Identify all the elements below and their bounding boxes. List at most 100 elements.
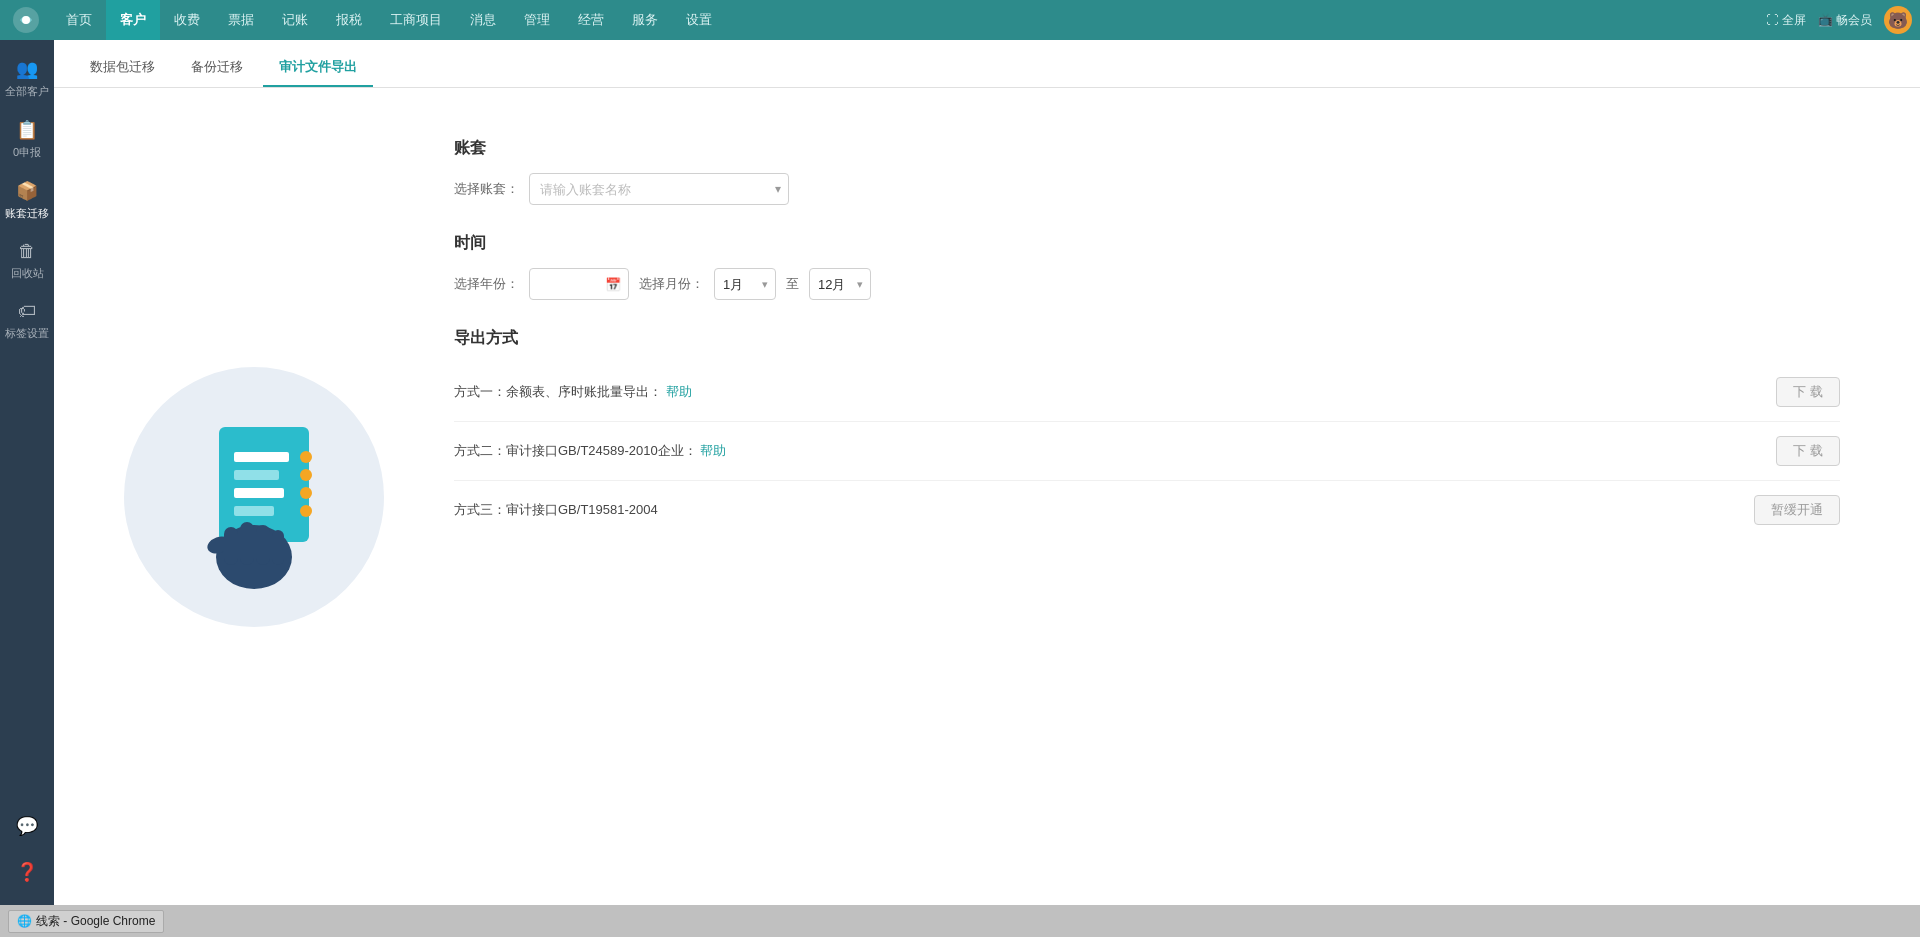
sidebar-item-all-customers[interactable]: 👥 全部客户 — [0, 48, 54, 109]
fullscreen-button[interactable]: ⛶ 全屏 — [1766, 12, 1805, 29]
account-title: 账套 — [454, 138, 1840, 159]
help-icon: ❓ — [16, 861, 38, 883]
content-area: 数据包迁移 备份迁移 审计文件导出 — [54, 40, 1920, 905]
export-method-2: 方式二：审计接口GB/T24589-2010企业： 帮助 下 载 — [454, 422, 1840, 481]
method-1-download-button[interactable]: 下 载 — [1776, 377, 1840, 407]
sidebar-item-label: 0申报 — [13, 145, 41, 160]
end-month-select[interactable]: 1月2月3月 4月5月6月 7月8月9月 10月11月12月 — [809, 268, 871, 300]
nav-tax[interactable]: 报税 — [322, 0, 376, 40]
start-month-select[interactable]: 1月2月3月 4月5月6月 7月8月9月 10月11月12月 — [714, 268, 776, 300]
tab-audit-export[interactable]: 审计文件导出 — [263, 49, 373, 87]
illustration-svg — [164, 397, 344, 597]
main-layout: 👥 全部客户 📋 0申报 📦 账套迁移 🗑 回收站 🏷 标签设置 💬 ❓ — [0, 40, 1920, 905]
time-row: 选择年份： 2023 📅 选择月份： 1月2月3月 4月5月6月 7月8月9月 … — [454, 268, 1840, 300]
start-month-wrapper: 1月2月3月 4月5月6月 7月8月9月 10月11月12月 — [714, 268, 776, 300]
sidebar-item-account-migration[interactable]: 📦 账套迁移 — [0, 170, 54, 231]
nav-message[interactable]: 消息 — [456, 0, 510, 40]
account-block: 账套 选择账套： ▾ — [454, 138, 1840, 205]
nav-bookkeeping[interactable]: 记账 — [268, 0, 322, 40]
method-2-download-button[interactable]: 下 载 — [1776, 436, 1840, 466]
svg-rect-14 — [240, 522, 254, 565]
form-section: 账套 选择账套： ▾ 时间 选择年份： 202 — [414, 118, 1880, 875]
nav-settings[interactable]: 设置 — [672, 0, 726, 40]
account-input-wrapper: ▾ — [529, 173, 789, 205]
recycle-icon: 🗑 — [18, 241, 36, 262]
svg-rect-4 — [234, 470, 279, 480]
nav-service[interactable]: 服务 — [618, 0, 672, 40]
nav-manage[interactable]: 管理 — [510, 0, 564, 40]
end-month-wrapper: 1月2月3月 4月5月6月 7月8月9月 10月11月12月 — [809, 268, 871, 300]
account-input[interactable] — [529, 173, 789, 205]
time-title: 时间 — [454, 233, 1840, 254]
export-method-3: 方式三：审计接口GB/T19581-2004 暂缓开通 — [454, 481, 1840, 539]
year-input-wrapper: 2023 📅 — [529, 268, 629, 300]
app-logo — [8, 2, 44, 38]
svg-point-9 — [300, 487, 312, 499]
illustration-section — [94, 118, 414, 875]
taskbar-item-label: 线索 - Google Chrome — [36, 913, 155, 930]
export-title: 导出方式 — [454, 328, 1840, 349]
export-method-3-label: 方式三：审计接口GB/T19581-2004 — [454, 501, 658, 519]
user-avatar[interactable]: 🐻 — [1884, 6, 1912, 34]
svg-point-1 — [22, 16, 30, 24]
svg-rect-2 — [219, 427, 309, 542]
export-method-1-label: 方式一：余额表、序时账批量导出： 帮助 — [454, 383, 692, 401]
nav-home[interactable]: 首页 — [52, 0, 106, 40]
taskbar-item[interactable]: 🌐 线索 - Google Chrome — [8, 910, 164, 933]
method-3-open-button[interactable]: 暂缓开通 — [1754, 495, 1840, 525]
tag-icon: 🏷 — [18, 301, 36, 322]
taskbar-chrome-icon: 🌐 — [17, 914, 32, 928]
vip-button[interactable]: 📺 畅会员 — [1818, 12, 1872, 29]
sidebar-bottom: 💬 ❓ — [0, 805, 54, 905]
sidebar-item-label: 标签设置 — [5, 326, 49, 341]
svg-rect-5 — [234, 488, 284, 498]
account-form-row: 选择账套： ▾ — [454, 173, 1840, 205]
svg-rect-13 — [224, 527, 238, 565]
chat-icon: 💬 — [16, 815, 38, 837]
to-text: 至 — [786, 275, 799, 293]
time-block: 时间 选择年份： 2023 📅 选择月份： 1月2月3月 4月5月6月 — [454, 233, 1840, 300]
taskbar: 🌐 线索 - Google Chrome — [0, 905, 1920, 937]
tab-backup-migration[interactable]: 备份迁移 — [175, 49, 259, 87]
sidebar-item-label: 回收站 — [11, 266, 44, 281]
sidebar-help-button[interactable]: ❓ — [0, 851, 54, 893]
tab-bar: 数据包迁移 备份迁移 审计文件导出 — [54, 40, 1920, 88]
export-method-1: 方式一：余额表、序时账批量导出： 帮助 下 载 — [454, 363, 1840, 422]
year-label: 选择年份： — [454, 275, 519, 293]
tab-data-migration[interactable]: 数据包迁移 — [74, 49, 171, 87]
method-2-help-link[interactable]: 帮助 — [700, 443, 726, 458]
export-method-2-label: 方式二：审计接口GB/T24589-2010企业： 帮助 — [454, 442, 726, 460]
method-1-help-link[interactable]: 帮助 — [666, 384, 692, 399]
page-content: 账套 选择账套： ▾ 时间 选择年份： 202 — [54, 88, 1920, 905]
sidebar: 👥 全部客户 📋 0申报 📦 账套迁移 🗑 回收站 🏷 标签设置 💬 ❓ — [0, 40, 54, 905]
sidebar-message-button[interactable]: 💬 — [0, 805, 54, 847]
svg-point-10 — [300, 505, 312, 517]
sidebar-item-label: 账套迁移 — [5, 206, 49, 221]
top-navigation: 首页 客户 收费 票据 记账 报税 工商项目 消息 管理 经营 服务 设置 ⛶ … — [0, 0, 1920, 40]
svg-point-8 — [300, 469, 312, 481]
declaration-icon: 📋 — [16, 119, 38, 141]
nav-business[interactable]: 工商项目 — [376, 0, 456, 40]
nav-right: ⛶ 全屏 📺 畅会员 🐻 — [1766, 6, 1912, 34]
export-block: 导出方式 方式一：余额表、序时账批量导出： 帮助 下 载 方式二：审计接口GB/… — [454, 328, 1840, 539]
nav-customer[interactable]: 客户 — [106, 0, 160, 40]
month-label: 选择月份： — [639, 275, 704, 293]
migration-icon: 📦 — [16, 180, 38, 202]
sidebar-item-label: 全部客户 — [5, 84, 49, 99]
nav-fee[interactable]: 收费 — [160, 0, 214, 40]
customers-icon: 👥 — [16, 58, 38, 80]
sidebar-item-recycle[interactable]: 🗑 回收站 — [0, 231, 54, 291]
sidebar-item-tag-settings[interactable]: 🏷 标签设置 — [0, 291, 54, 351]
illustration-circle — [124, 367, 384, 627]
year-input[interactable]: 2023 — [529, 268, 629, 300]
svg-rect-6 — [234, 506, 274, 516]
nav-operation[interactable]: 经营 — [564, 0, 618, 40]
svg-rect-16 — [272, 530, 284, 565]
nav-invoice[interactable]: 票据 — [214, 0, 268, 40]
svg-rect-15 — [256, 525, 270, 565]
svg-point-7 — [300, 451, 312, 463]
svg-rect-3 — [234, 452, 289, 462]
sidebar-item-zero-declaration[interactable]: 📋 0申报 — [0, 109, 54, 170]
nav-items: 首页 客户 收费 票据 记账 报税 工商项目 消息 管理 经营 服务 设置 — [52, 0, 1766, 40]
account-select-label: 选择账套： — [454, 180, 519, 198]
